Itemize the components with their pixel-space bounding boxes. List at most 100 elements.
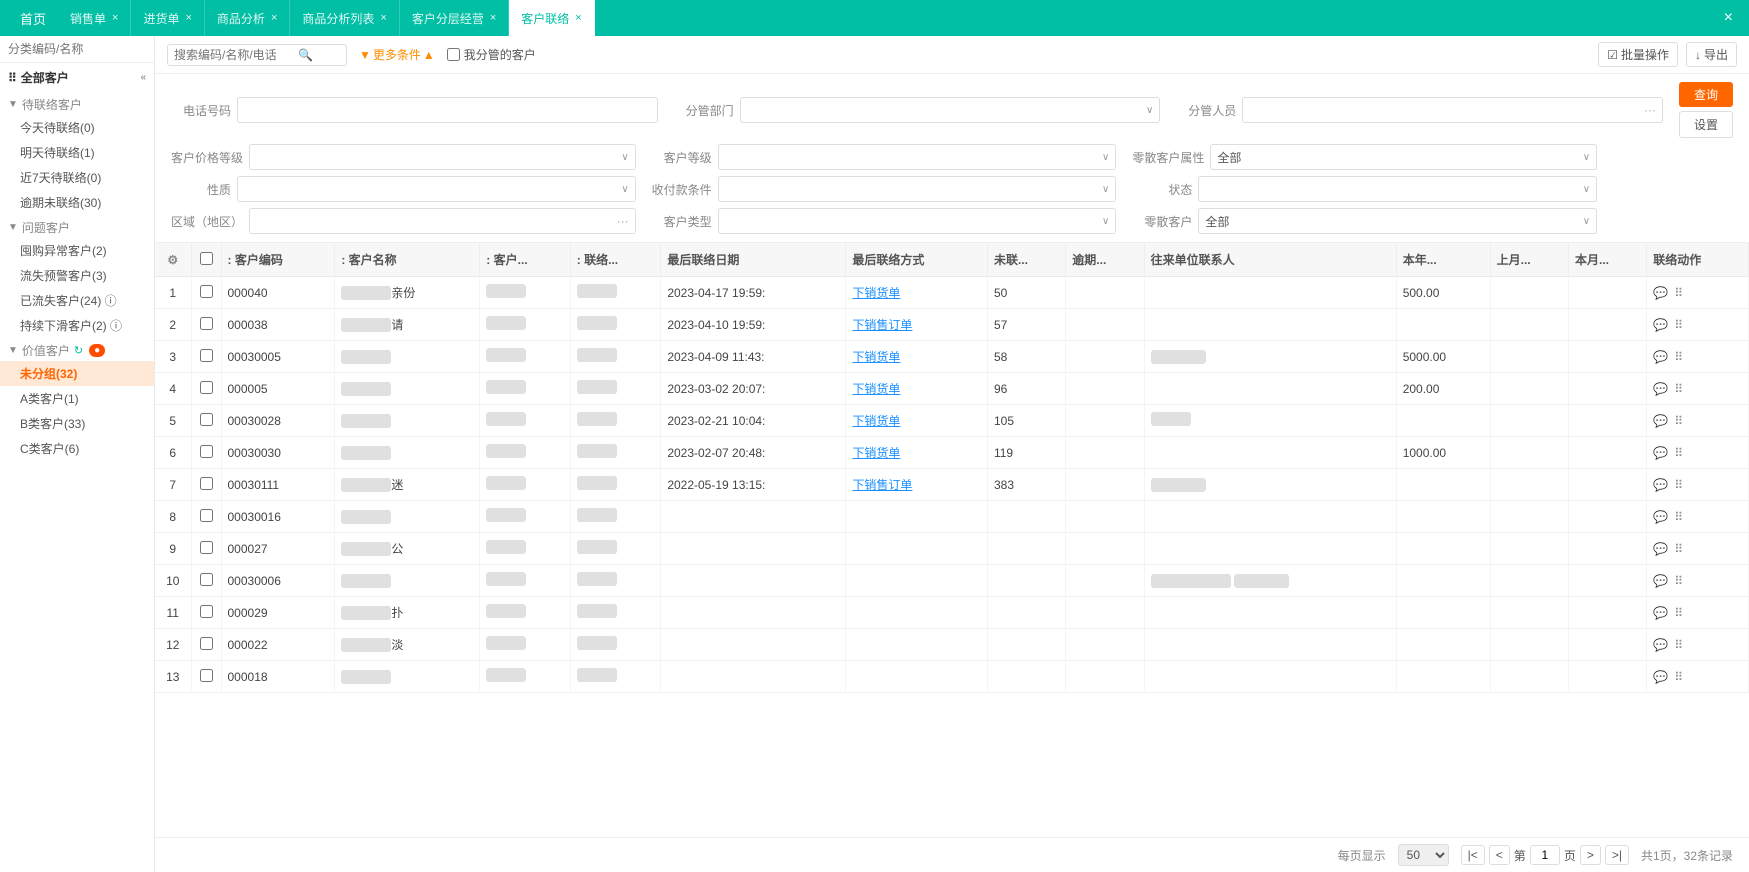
grid-icon[interactable]: ⠿ <box>1674 446 1683 460</box>
page-size-select[interactable]: 50 100 200 <box>1398 844 1449 866</box>
close-analysis-tab[interactable]: × <box>271 12 277 24</box>
row-checkbox[interactable] <box>200 541 213 554</box>
row-checkbox[interactable] <box>200 605 213 618</box>
export-btn[interactable]: ↓ 导出 <box>1686 42 1737 67</box>
nav-home[interactable]: 首页 <box>8 9 58 28</box>
grid-icon[interactable]: ⠿ <box>1674 574 1683 588</box>
grid-icon[interactable]: ⠿ <box>1674 510 1683 524</box>
sidebar-group-problem[interactable]: ▼ 问题客户 <box>0 215 154 238</box>
filter-person-input[interactable]: ··· <box>1242 97 1663 123</box>
comment-icon[interactable]: 💬 <box>1653 286 1668 300</box>
grid-icon[interactable]: ⠿ <box>1674 638 1683 652</box>
row-checkbox[interactable] <box>200 381 213 394</box>
contact-way-link[interactable]: 下销售订单 <box>852 318 912 332</box>
close-customer-contact-tab[interactable]: × <box>575 12 581 24</box>
filter-scatter-attr-input[interactable]: 全部 ∨ <box>1210 144 1597 170</box>
nav-tab-customer-contact[interactable]: 客户联络 × <box>509 0 594 36</box>
contact-way-link[interactable]: 下销货单 <box>852 382 900 396</box>
comment-icon[interactable]: 💬 <box>1653 638 1668 652</box>
sidebar-search-box[interactable]: 🔍 <box>0 36 154 63</box>
row-checkbox[interactable] <box>200 477 213 490</box>
sidebar-item-churn-warning[interactable]: 流失预警客户(3) <box>0 263 154 288</box>
sidebar-item-tomorrow-pending[interactable]: 明天待联络(1) <box>0 140 154 165</box>
comment-icon[interactable]: 💬 <box>1653 350 1668 364</box>
nav-tab-purchase[interactable]: 进货单 × <box>131 0 204 36</box>
nav-tab-analysis[interactable]: 商品分析 × <box>205 0 290 36</box>
table-settings-icon[interactable]: ⚙ <box>167 253 178 267</box>
sidebar-all-customers[interactable]: ⠿ 全部客户 « <box>0 63 154 92</box>
sidebar-collapse-icon[interactable]: « <box>140 72 146 83</box>
contact-way-link[interactable]: 下销货单 <box>852 446 900 460</box>
last-page-btn[interactable]: >| <box>1605 845 1629 865</box>
sidebar-group-value[interactable]: ▼ 价值客户 ↻ ● <box>0 338 154 361</box>
more-conditions-btn[interactable]: ▼ 更多条件 ▲ <box>359 46 435 63</box>
sidebar-search-input[interactable] <box>8 42 155 56</box>
contact-way-link[interactable]: 下销货单 <box>852 286 900 300</box>
comment-icon[interactable]: 💬 <box>1653 318 1668 332</box>
row-checkbox[interactable] <box>200 413 213 426</box>
comment-icon[interactable]: 💬 <box>1653 510 1668 524</box>
nav-tab-sales[interactable]: 销售单 × <box>58 0 131 36</box>
row-checkbox[interactable] <box>200 317 213 330</box>
close-sales-tab[interactable]: × <box>112 12 118 24</box>
sidebar-item-declining[interactable]: 持续下滑客户(2) ⓘ <box>0 313 154 338</box>
filter-region-input[interactable]: ··· <box>249 208 636 234</box>
sidebar-group-pending[interactable]: ▼ 待联络客户 <box>0 92 154 115</box>
sidebar-item-overdue-contact[interactable]: 逾期未联络(30) <box>0 190 154 215</box>
reset-button[interactable]: 设置 <box>1679 111 1733 138</box>
sidebar-item-churned[interactable]: 已流失客户(24) ⓘ <box>0 288 154 313</box>
filter-customer-level-input[interactable]: ∨ <box>718 144 1117 170</box>
main-search-box[interactable]: 🔍 <box>167 44 347 66</box>
filter-phone-input[interactable] <box>237 97 658 123</box>
grid-icon[interactable]: ⠿ <box>1674 350 1683 364</box>
grid-icon[interactable]: ⠿ <box>1674 382 1683 396</box>
contact-way-link[interactable]: 下销货单 <box>852 414 900 428</box>
grid-icon[interactable]: ⠿ <box>1674 478 1683 492</box>
nav-tab-analysis-list[interactable]: 商品分析列表 × <box>290 0 399 36</box>
grid-icon[interactable]: ⠿ <box>1674 414 1683 428</box>
filter-payment-terms-input[interactable]: ∨ <box>718 176 1117 202</box>
grid-icon[interactable]: ⠿ <box>1674 318 1683 332</box>
close-customer-tier-tab[interactable]: × <box>490 12 496 24</box>
grid-icon[interactable]: ⠿ <box>1674 606 1683 620</box>
main-search-input[interactable] <box>174 48 294 62</box>
sidebar-item-unclassified[interactable]: 未分组(32) <box>0 361 154 386</box>
close-analysis-list-tab[interactable]: × <box>380 12 386 24</box>
row-checkbox[interactable] <box>200 509 213 522</box>
filter-nature-input[interactable]: ∨ <box>237 176 636 202</box>
close-all-tabs[interactable]: × <box>1716 9 1741 27</box>
nav-tab-customer-tier[interactable]: 客户分层经营 × <box>400 0 509 36</box>
next-page-btn[interactable]: > <box>1580 845 1601 865</box>
filter-scatter-customer-input[interactable]: 全部 ∨ <box>1198 208 1597 234</box>
sidebar-item-7days-pending[interactable]: 近7天待联络(0) <box>0 165 154 190</box>
sidebar-item-class-c[interactable]: C类客户(6) <box>0 436 154 461</box>
close-purchase-tab[interactable]: × <box>185 12 191 24</box>
grid-icon[interactable]: ⠿ <box>1674 542 1683 556</box>
batch-operation-btn[interactable]: ☑ 批量操作 <box>1598 42 1678 67</box>
comment-icon[interactable]: 💬 <box>1653 574 1668 588</box>
filter-customer-type-input[interactable]: ∨ <box>718 208 1117 234</box>
comment-icon[interactable]: 💬 <box>1653 446 1668 460</box>
row-checkbox[interactable] <box>200 637 213 650</box>
query-button[interactable]: 查询 <box>1679 82 1733 107</box>
row-checkbox[interactable] <box>200 285 213 298</box>
grid-icon[interactable]: ⠿ <box>1674 670 1683 684</box>
comment-icon[interactable]: 💬 <box>1653 670 1668 684</box>
row-checkbox[interactable] <box>200 445 213 458</box>
sidebar-item-class-a[interactable]: A类客户(1) <box>0 386 154 411</box>
comment-icon[interactable]: 💬 <box>1653 382 1668 396</box>
comment-icon[interactable]: 💬 <box>1653 542 1668 556</box>
filter-dept-input[interactable]: ∨ <box>740 97 1161 123</box>
prev-page-btn[interactable]: < <box>1489 845 1510 865</box>
sidebar-item-class-b[interactable]: B类客户(33) <box>0 411 154 436</box>
comment-icon[interactable]: 💬 <box>1653 478 1668 492</box>
main-search-icon[interactable]: 🔍 <box>298 48 313 62</box>
first-page-btn[interactable]: |< <box>1461 845 1485 865</box>
select-all-checkbox[interactable] <box>200 252 213 265</box>
filter-price-level-input[interactable]: ∨ <box>249 144 636 170</box>
row-checkbox[interactable] <box>200 349 213 362</box>
contact-way-link[interactable]: 下销货单 <box>852 350 900 364</box>
row-checkbox[interactable] <box>200 669 213 682</box>
contact-way-link[interactable]: 下销售订单 <box>852 478 912 492</box>
page-input[interactable] <box>1530 845 1560 865</box>
